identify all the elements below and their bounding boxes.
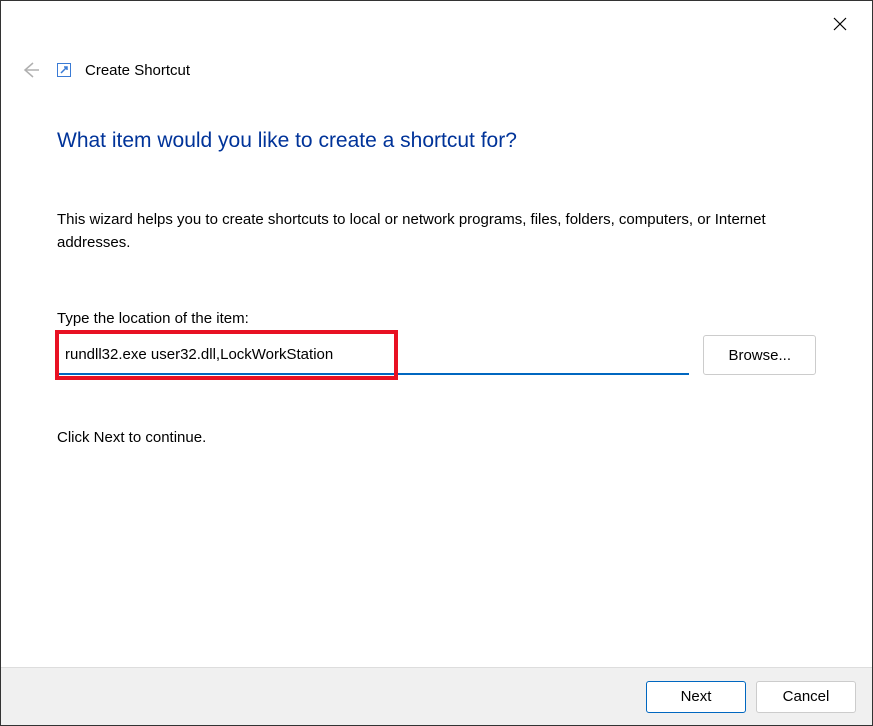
wizard-heading: What item would you like to create a sho…	[57, 129, 816, 153]
continue-instruction: Click Next to continue.	[57, 429, 816, 446]
dialog-footer: Next Cancel	[1, 667, 872, 725]
cancel-button[interactable]: Cancel	[756, 681, 856, 713]
back-arrow-icon	[19, 59, 41, 81]
close-button[interactable]	[820, 9, 860, 39]
dialog-title: Create Shortcut	[85, 62, 190, 79]
shortcut-icon	[57, 63, 71, 77]
browse-button[interactable]: Browse...	[703, 335, 816, 375]
close-icon	[833, 17, 847, 31]
back-button[interactable]	[17, 57, 43, 83]
next-button[interactable]: Next	[646, 681, 746, 713]
wizard-description: This wizard helps you to create shortcut…	[57, 209, 816, 254]
location-input[interactable]	[57, 335, 689, 375]
location-label: Type the location of the item:	[57, 310, 816, 327]
